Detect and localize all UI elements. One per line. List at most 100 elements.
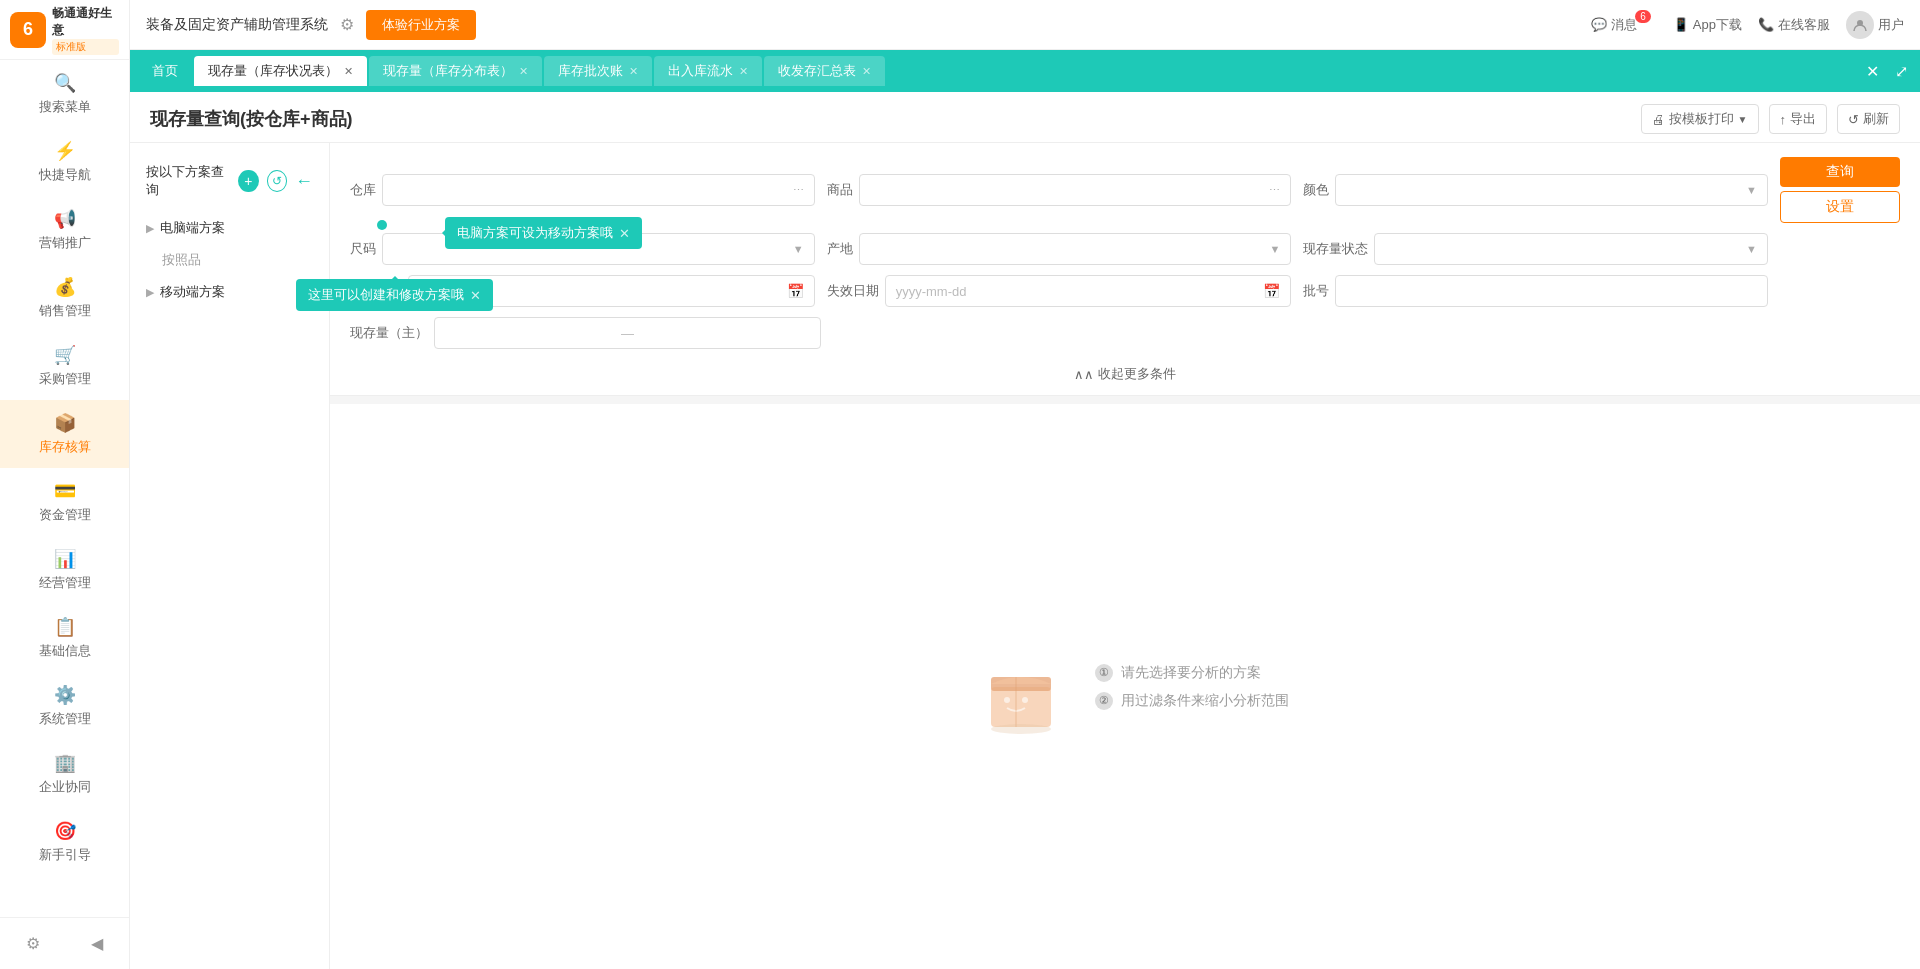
warehouse-select[interactable]: ⋯ xyxy=(382,174,815,206)
add-scheme-btn[interactable]: + xyxy=(238,170,258,192)
filter-group-expire-date: 失效日期 yyyy-mm-dd 📅 xyxy=(827,275,1292,307)
sidebar-collapse-btn[interactable]: ◀ xyxy=(85,928,109,959)
sidebar-item-marketing[interactable]: 📢 营销推广 xyxy=(0,196,129,264)
refresh-icon: ↺ xyxy=(1848,112,1859,127)
scheme-tooltip-close[interactable]: ✕ xyxy=(619,226,630,241)
expire-date-input[interactable]: yyyy-mm-dd 📅 xyxy=(885,275,1292,307)
topbar-settings-icon[interactable]: ⚙ xyxy=(340,15,354,34)
svg-rect-1 xyxy=(991,687,1051,727)
tabbar: 首页 现存量（库存状况表） ✕ 现存量（库存分布表） ✕ 库存批次账 ✕ 出入库… xyxy=(130,50,1920,92)
produce-date-calendar-icon: 📅 xyxy=(787,283,804,299)
tab-close-inventory-status[interactable]: ✕ xyxy=(344,65,353,78)
right-content: 仓库 ⋯ 商品 ⋯ xyxy=(330,143,1920,969)
tab-home[interactable]: 首页 xyxy=(138,56,192,86)
body-area: 按以下方案查询 + ↺ ← ▶ 电脑端方案 按照品 ▶ xyxy=(130,143,1920,969)
filter-fields: 仓库 ⋯ 商品 ⋯ xyxy=(330,143,1920,396)
sidebar-item-purchase[interactable]: 🛒 采购管理 xyxy=(0,332,129,400)
tab-close-batch[interactable]: ✕ xyxy=(629,65,638,78)
support-icon: 📞 xyxy=(1758,17,1774,32)
dot-indicator xyxy=(377,220,387,230)
empty-state: ① 请先选择要分析的方案 ② 用过滤条件来缩小分析范围 xyxy=(961,632,1289,742)
user-btn[interactable]: 用户 xyxy=(1846,11,1904,39)
filter-row-3: 生产日期 yyyy-mm-dd 📅 失效日期 yyyy-mm-dd 📅 xyxy=(350,275,1900,307)
purchase-icon: 🛒 xyxy=(54,344,76,366)
size-label: 尺码 xyxy=(350,240,376,258)
tab-inventory-status[interactable]: 现存量（库存状况表） ✕ xyxy=(194,56,367,86)
sidebar-item-sales[interactable]: 💰 销售管理 xyxy=(0,264,129,332)
enterprise-icon: 🏢 xyxy=(54,752,76,774)
svg-point-6 xyxy=(991,724,1051,734)
query-btn[interactable]: 查询 xyxy=(1780,157,1900,187)
support-btn[interactable]: 📞 在线客服 xyxy=(1758,16,1830,34)
product-label: 商品 xyxy=(827,181,853,199)
status-dropdown-icon: ▼ xyxy=(1746,243,1757,255)
search-icon: 🔍 xyxy=(54,72,76,94)
logo-icon: 6 xyxy=(10,12,46,48)
product-select[interactable]: ⋯ xyxy=(859,174,1292,206)
sidebar-item-system[interactable]: ⚙️ 系统管理 xyxy=(0,672,129,740)
refresh-scheme-btn[interactable]: ↺ xyxy=(267,170,288,192)
tab-inventory-dist[interactable]: 现存量（库存分布表） ✕ xyxy=(369,56,542,86)
tab-close-receivable[interactable]: ✕ xyxy=(862,65,871,78)
warehouse-label: 仓库 xyxy=(350,181,376,199)
settings-btn[interactable]: 设置 xyxy=(1780,191,1900,223)
inventory-icon: 📦 xyxy=(54,412,76,434)
collapse-row: ∧∧ 收起更多条件 xyxy=(350,359,1900,387)
origin-select[interactable]: ▼ xyxy=(859,233,1292,265)
create-tooltip: 这里可以创建和修改方案哦 ✕ xyxy=(296,279,493,311)
main-area: 装备及固定资产辅助管理系统 ⚙ 体验行业方案 💬 消息 6 📱 App下载 📞 … xyxy=(130,0,1920,969)
scheme-item-by-product[interactable]: 按照品 xyxy=(130,245,329,275)
scheme-item-desktop[interactable]: ▶ 电脑端方案 xyxy=(130,211,329,245)
refresh-btn[interactable]: ↺ 刷新 xyxy=(1837,104,1900,134)
back-scheme-btn[interactable]: ← xyxy=(295,171,313,192)
collapse-up-icon: ∧∧ xyxy=(1074,367,1094,382)
filter-group-origin: 产地 ▼ xyxy=(827,233,1292,265)
tab-close-inventory-dist[interactable]: ✕ xyxy=(519,65,528,78)
tab-close-inout[interactable]: ✕ xyxy=(739,65,748,78)
qty-from-input[interactable] xyxy=(445,326,613,341)
page-header: 现存量查询(按仓库+商品) 🖨 按模板打印 ▼ ↑ 导出 ↺ 刷新 xyxy=(130,92,1920,143)
qty-label: 现存量（主） xyxy=(350,324,428,342)
sidebar-settings-btn[interactable]: ⚙ xyxy=(20,928,46,959)
app-download-btn[interactable]: 📱 App下载 xyxy=(1673,16,1742,34)
batch-input[interactable] xyxy=(1335,275,1768,307)
warehouse-dropdown-icon: ⋯ xyxy=(793,184,804,197)
tab-receivable[interactable]: 收发存汇总表 ✕ xyxy=(764,56,885,86)
sidebar-item-quick[interactable]: ⚡ 快捷导航 xyxy=(0,128,129,196)
collapse-btn[interactable]: ∧∧ 收起更多条件 xyxy=(1074,365,1176,383)
create-tooltip-close[interactable]: ✕ xyxy=(470,288,481,303)
topbar-left: 装备及固定资产辅助管理系统 ⚙ 体验行业方案 xyxy=(146,10,476,40)
sidebar-item-inventory[interactable]: 📦 库存核算 xyxy=(0,400,129,468)
filter-label-row: 按以下方案查询 + ↺ ← xyxy=(130,153,329,209)
color-select[interactable]: ▼ xyxy=(1335,174,1768,206)
origin-label: 产地 xyxy=(827,240,853,258)
export-btn[interactable]: ↑ 导出 xyxy=(1769,104,1828,134)
message-btn[interactable]: 💬 消息 6 xyxy=(1591,16,1657,34)
avatar xyxy=(1846,11,1874,39)
sidebar-item-search[interactable]: 🔍 搜索菜单 xyxy=(0,60,129,128)
step-1: ① xyxy=(1095,664,1113,682)
filter-row-4: 现存量（主） — xyxy=(350,317,1900,349)
industry-btn[interactable]: 体验行业方案 xyxy=(366,10,476,40)
query-btn-group: 查询 设置 xyxy=(1780,157,1900,223)
batch-label: 批号 xyxy=(1303,282,1329,300)
expire-date-label: 失效日期 xyxy=(827,282,879,300)
tab-close-all-icon[interactable]: ✕ xyxy=(1862,58,1883,85)
sidebar-item-enterprise[interactable]: 🏢 企业协同 xyxy=(0,740,129,808)
tab-inout[interactable]: 出入库流水 ✕ xyxy=(654,56,762,86)
tab-maximize-icon[interactable]: ⤢ xyxy=(1891,58,1912,85)
empty-illustration xyxy=(961,632,1071,742)
tab-batch[interactable]: 库存批次账 ✕ xyxy=(544,56,652,86)
status-select[interactable]: ▼ xyxy=(1374,233,1768,265)
empty-tip-1: ① 请先选择要分析的方案 xyxy=(1095,664,1289,682)
sidebar-item-base[interactable]: 📋 基础信息 xyxy=(0,604,129,672)
filter-label: 按以下方案查询 xyxy=(146,163,230,199)
data-area: ① 请先选择要分析的方案 ② 用过滤条件来缩小分析范围 xyxy=(330,404,1920,969)
sidebar-item-finance[interactable]: 💳 资金管理 xyxy=(0,468,129,536)
step-2: ② xyxy=(1095,692,1113,710)
sidebar-item-guide[interactable]: 🎯 新手引导 xyxy=(0,808,129,876)
template-print-btn[interactable]: 🖨 按模板打印 ▼ xyxy=(1641,104,1759,134)
page-title: 现存量查询(按仓库+商品) xyxy=(150,107,353,131)
sidebar-item-operations[interactable]: 📊 经营管理 xyxy=(0,536,129,604)
qty-to-input[interactable] xyxy=(642,326,810,341)
